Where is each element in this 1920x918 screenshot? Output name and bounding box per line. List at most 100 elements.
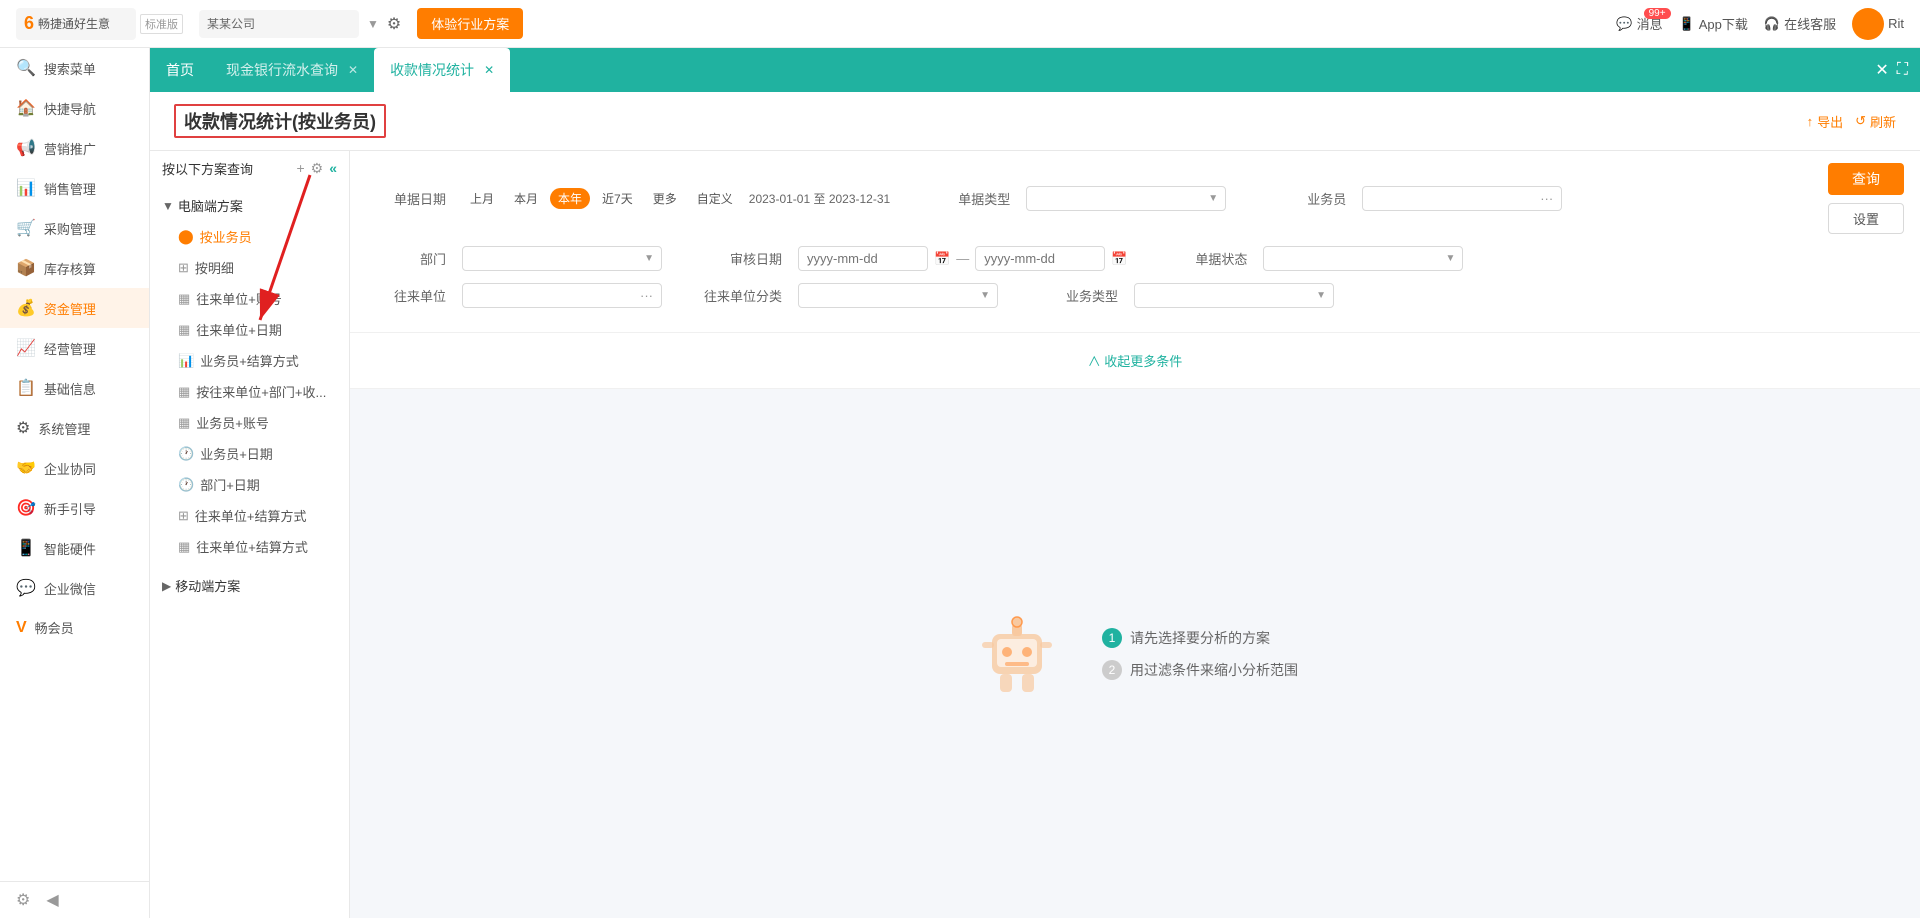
sidebar-item-basic-info[interactable]: 📋 基础信息 [0, 368, 149, 408]
business-type-select[interactable] [1134, 283, 1334, 308]
export-btn[interactable]: ↑ 导出 [1807, 112, 1844, 131]
tab-fullscreen-icon[interactable]: ⛶ [1897, 61, 1908, 79]
download-icon: 📱 [1679, 16, 1695, 32]
date-preset-7days[interactable]: 近7天 [594, 188, 641, 209]
scheme-group-desktop-label: 电脑端方案 [178, 196, 243, 215]
scheme-header-label: 按以下方案查询 [162, 159, 253, 178]
collapse-more-btn[interactable]: ∧ 收起更多条件 [1088, 351, 1183, 370]
group-arrow-down: ▼ [162, 199, 174, 213]
business-type-select-wrap: ▼ [1134, 283, 1334, 308]
audit-date-to[interactable] [975, 246, 1105, 271]
tab-home[interactable]: 首页 [150, 48, 210, 92]
doc-status-select[interactable] [1263, 246, 1463, 271]
doc-status-select-wrap: ▼ [1263, 246, 1463, 271]
scheme-item-0[interactable]: ⬤ 按业务员 [150, 221, 349, 252]
date-preset-this-month[interactable]: 本月 [506, 188, 546, 209]
smart-hw-icon: 📱 [16, 538, 36, 558]
app-download-btn[interactable]: 📱 App下载 [1679, 14, 1748, 33]
audit-date-from[interactable] [798, 246, 928, 271]
workspace-selector[interactable]: 某某公司 [199, 10, 359, 38]
sidebar-item-smart-hw[interactable]: 📱 智能硬件 [0, 528, 149, 568]
date-preset-custom[interactable]: 自定义 [689, 188, 741, 209]
sidebar-item-inventory[interactable]: 📦 库存核算 [0, 248, 149, 288]
query-btn[interactable]: 查询 [1828, 163, 1904, 195]
sidebar-item-wechat[interactable]: 💬 企业微信 [0, 568, 149, 608]
audit-date-from-calendar-icon[interactable]: 📅 [934, 251, 950, 267]
sidebar-item-corp[interactable]: 🤝 企业协同 [0, 448, 149, 488]
filter-row-3: 往来单位 ··· 往来单位分类 ▼ [366, 283, 1904, 308]
member-icon: V [16, 619, 27, 637]
trial-btn[interactable]: 体验行业方案 [417, 8, 523, 39]
tab-bank-flow[interactable]: 现金银行流水查询 ✕ [210, 48, 374, 92]
sidebar-label-guide: 新手引导 [44, 499, 96, 518]
scheme-item-6[interactable]: ▦ 业务员+账号 [150, 407, 349, 438]
tab-close-all-icon[interactable]: ✕ [1875, 60, 1888, 80]
counterpart-dots-icon[interactable]: ··· [640, 288, 653, 303]
setting-btn[interactable]: 设置 [1828, 203, 1904, 234]
tab-bank-flow-close[interactable]: ✕ [348, 63, 358, 77]
scheme-item-4[interactable]: 📊 业务员+结算方式 [150, 345, 349, 376]
salesperson-dots-icon[interactable]: ··· [1540, 191, 1553, 206]
user-area[interactable]: Rit [1852, 8, 1904, 40]
gear-icon[interactable]: ⚙ [387, 14, 401, 34]
tab-receipt-stat-close[interactable]: ✕ [484, 63, 494, 77]
sidebar-item-sales[interactable]: 📊 销售管理 [0, 168, 149, 208]
scheme-item-9[interactable]: ⊞ 往来单位+结算方式 [150, 500, 349, 531]
sidebar-item-quick-nav[interactable]: 🏠 快捷导航 [0, 88, 149, 128]
date-preset-more[interactable]: 更多 [645, 188, 685, 209]
sidebar-label-member: 畅会员 [35, 618, 74, 637]
date-preset-last-month[interactable]: 上月 [462, 188, 502, 209]
sidebar-item-member[interactable]: V 畅会员 [0, 608, 149, 647]
online-service-btn[interactable]: 🎧 在线客服 [1764, 14, 1836, 33]
sidebar-collapse-icon[interactable]: ◀ [46, 890, 58, 910]
scheme-item-5[interactable]: ▦ 按往来单位+部门+收... [150, 376, 349, 407]
workspace-dropdown-icon[interactable]: ▼ [367, 17, 379, 31]
sidebar-item-finance[interactable]: 💰 资金管理 [0, 288, 149, 328]
scheme-add-btn[interactable]: + [296, 160, 304, 177]
scheme-item-icon-4: 📊 [178, 353, 194, 369]
sidebar-item-search[interactable]: 🔍 搜索菜单 [0, 48, 149, 88]
basic-info-icon: 📋 [16, 378, 36, 398]
scheme-item-8[interactable]: 🕐 部门+日期 [150, 469, 349, 500]
scheme-item-10[interactable]: ▦ 往来单位+结算方式 [150, 531, 349, 562]
sidebar-item-system[interactable]: ⚙ 系统管理 [0, 408, 149, 448]
doc-type-select[interactable] [1026, 186, 1226, 211]
dept-select[interactable] [462, 246, 662, 271]
audit-date-to-calendar-icon[interactable]: 📅 [1111, 251, 1127, 267]
scheme-item-2[interactable]: ▦ 往来单位+账号 [150, 283, 349, 314]
scheme-item-label-6: 业务员+账号 [196, 413, 269, 432]
main-layout: 🔍 搜索菜单 🏠 快捷导航 📢 营销推广 📊 销售管理 🛒 采购管 [0, 48, 1920, 918]
scheme-item-label-10: 往来单位+结算方式 [196, 537, 308, 556]
scheme-item-7[interactable]: 🕐 业务员+日期 [150, 438, 349, 469]
salesperson-input-wrap[interactable]: ··· [1362, 186, 1562, 211]
scheme-header-actions: + ⚙ « [296, 160, 337, 177]
doc-type-select-wrap: ▼ [1026, 186, 1226, 211]
scheme-item-3[interactable]: ▦ 往来单位+日期 [150, 314, 349, 345]
scheme-collapse-btn[interactable]: « [329, 160, 337, 177]
page-main: 按以下方案查询 + ⚙ « ▼ 电脑端方案 [150, 151, 1920, 918]
sidebar-item-guide[interactable]: 🎯 新手引导 [0, 488, 149, 528]
counterpart-input-wrap[interactable]: ··· [462, 283, 662, 308]
doc-status-label: 单据状态 [1167, 249, 1247, 268]
scheme-setting-btn[interactable]: ⚙ [311, 160, 324, 177]
scheme-item-icon-2: ▦ [178, 291, 190, 307]
avatar [1852, 8, 1884, 40]
inventory-icon: 📦 [16, 258, 36, 278]
username: Rit [1888, 16, 1904, 31]
tab-receipt-stat[interactable]: 收款情况统计 ✕ [374, 48, 510, 92]
scheme-item-icon-7: 🕐 [178, 446, 194, 462]
audit-date-label: 审核日期 [702, 249, 782, 268]
scheme-group-desktop-header[interactable]: ▼ 电脑端方案 [150, 190, 349, 221]
sidebar-item-marketing[interactable]: 📢 营销推广 [0, 128, 149, 168]
scheme-group-mobile-header[interactable]: ▶ 移动端方案 [150, 570, 349, 601]
sidebar-settings-icon[interactable]: ⚙ [16, 890, 30, 910]
scheme-item-1[interactable]: ⊞ 按明细 [150, 252, 349, 283]
counterpart-category-select[interactable] [798, 283, 998, 308]
sidebar-item-purchase[interactable]: 🛒 采购管理 [0, 208, 149, 248]
message-icon: 💬 [1616, 16, 1632, 32]
sidebar-item-operations[interactable]: 📈 经营管理 [0, 328, 149, 368]
message-btn[interactable]: 💬 消息 99+ [1616, 14, 1662, 33]
date-preset-this-year[interactable]: 本年 [550, 188, 590, 209]
tab-home-label: 首页 [166, 60, 194, 80]
refresh-btn[interactable]: ↺ 刷新 [1855, 112, 1896, 131]
